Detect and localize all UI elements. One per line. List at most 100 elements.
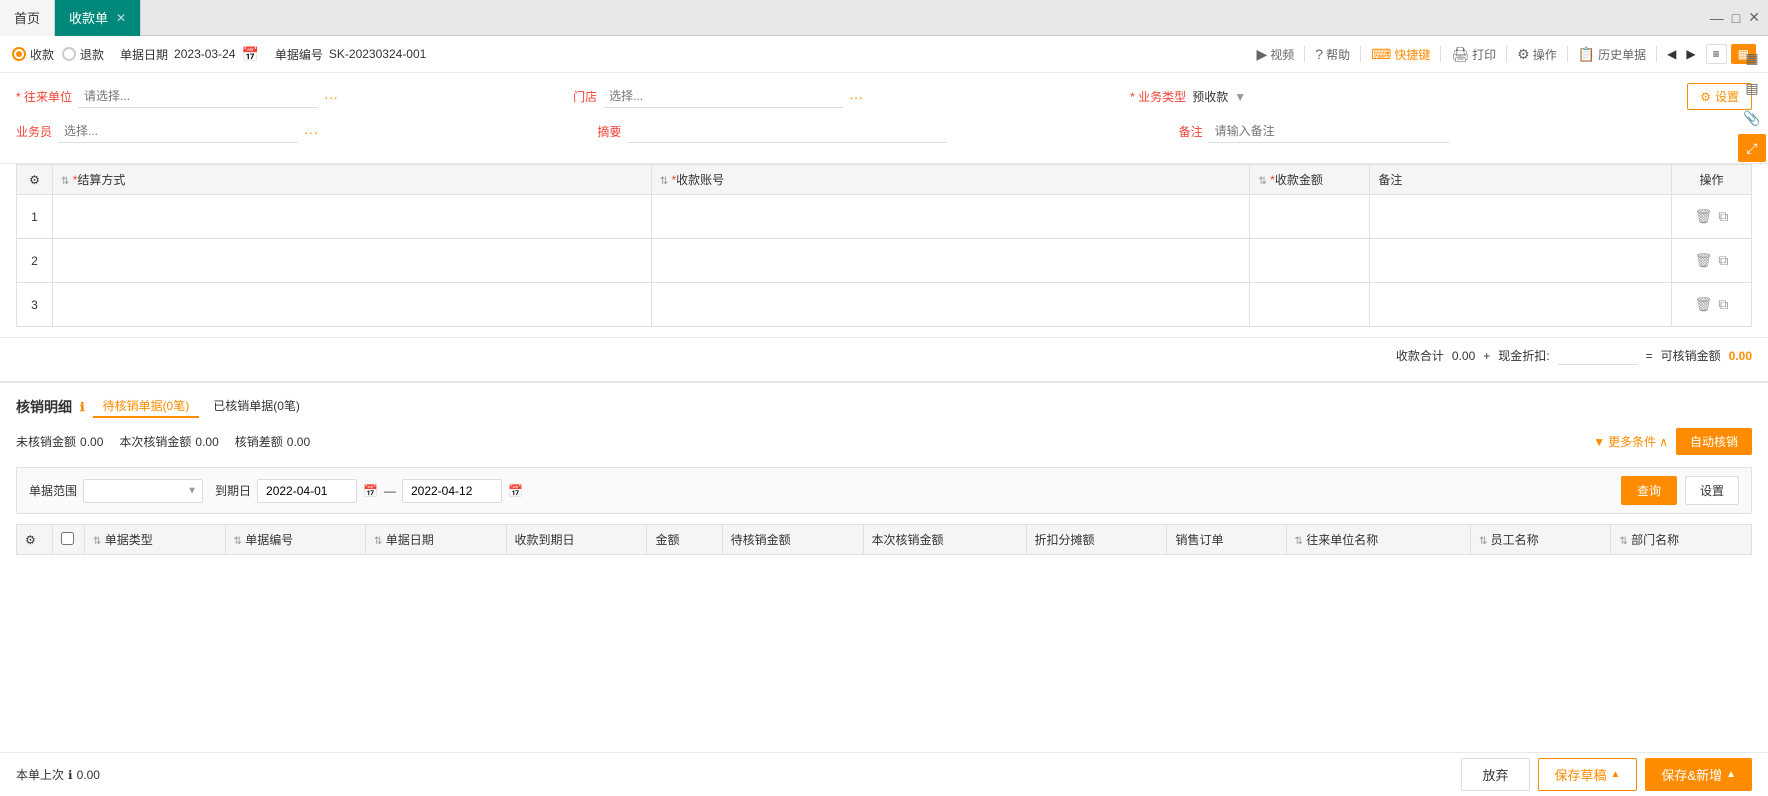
footer-actions: 放弃 保存草稿 ▲ 保存&新增 ▲ [1461,758,1752,791]
filter-actions: 查询 设置 [1621,476,1739,505]
remark-field: 备注 [1179,120,1752,143]
business-type-field: 业务类型 预收款 ▼ [1130,88,1679,105]
row-2-copy-icon[interactable]: ⧉ [1718,252,1728,269]
tab-pending[interactable]: 待核销单据(0笔) [93,395,200,418]
date-to-calendar-icon[interactable]: 📅 [508,484,523,498]
window-minimize[interactable]: — [1710,10,1724,26]
row-3-remark[interactable] [1370,283,1672,327]
salesperson-input[interactable] [58,120,298,143]
row-1-settlement[interactable] [53,195,652,239]
nav-prev-icon[interactable]: ◀ [1667,47,1676,61]
discard-button[interactable]: 放弃 [1461,758,1529,791]
date-from-input[interactable] [257,479,357,503]
more-conditions-arrow: ∧ [1659,435,1668,449]
footer-info-icon[interactable]: ℹ [68,768,73,782]
col-action: 操作 [1672,165,1752,195]
save-new-label: 保存&新增 [1661,765,1722,784]
row-3-num: 3 [17,283,53,327]
action-print[interactable]: 🖨 打印 [1451,46,1496,63]
store-input[interactable] [603,85,843,108]
row-3-account[interactable] [651,283,1250,327]
tab-receipt-label: 收款单 [69,8,108,27]
filter-settings-btn[interactable]: 设置 [1685,476,1739,505]
row-3-settlement[interactable] [53,283,652,327]
row-2-delete-icon[interactable]: 🗑 [1695,252,1713,269]
row-2-settlement[interactable] [53,239,652,283]
tab-home[interactable]: 首页 [0,0,55,36]
row-2-amount[interactable] [1250,239,1370,283]
action-video[interactable]: ▶ 视频 [1257,46,1295,63]
sidebar-attach-icon[interactable]: 📎 [1738,104,1766,132]
store-more-btn[interactable]: ··· [849,89,863,105]
footer-order-label: 本单上次 [16,766,64,783]
row-2-account[interactable] [651,239,1250,283]
summary-input[interactable] [627,120,947,143]
tab-done[interactable]: 已核销单据(0笔) [203,395,310,418]
action-help[interactable]: ? 帮助 [1315,46,1350,63]
writeoff-title-row: 核销明细 ℹ 待核销单据(0笔) 已核销单据(0笔) [16,395,1752,418]
window-close[interactable]: ✕ [1748,9,1760,26]
counterparty-input[interactable] [78,85,318,108]
business-type-arrow[interactable]: ▼ [1234,90,1246,104]
radio-receipt-label: 收款 [30,46,54,63]
date-from-calendar-icon[interactable]: 📅 [363,484,378,498]
select-all-checkbox[interactable] [61,532,74,545]
writeoff-info-icon[interactable]: ℹ [80,400,85,414]
action-shortcut[interactable]: ⌨ 快捷键 [1371,46,1430,63]
radio-receipt[interactable]: 收款 [12,46,54,63]
more-conditions-btn[interactable]: ▼ 更多条件 ∧ [1593,433,1668,450]
action-print-label: 打印 [1472,46,1496,63]
sidebar-card-icon[interactable]: ▤ [1738,74,1766,102]
window-maximize[interactable]: □ [1732,10,1740,26]
query-button[interactable]: 查询 [1621,476,1677,505]
row-3-amount[interactable] [1250,283,1370,327]
row-1-remark[interactable] [1370,195,1672,239]
save-new-button[interactable]: 保存&新增 ▲ [1645,758,1752,791]
discount-input[interactable] [1558,346,1638,365]
total-value: 0.00 [1452,349,1475,363]
tab-bar: 首页 收款单 ✕ — □ ✕ [0,0,1768,36]
tab-receipt-close[interactable]: ✕ [116,11,126,25]
writeoff-section: 核销明细 ℹ 待核销单据(0笔) 已核销单据(0笔) 未核销金额 0.00 本次… [0,381,1768,567]
sidebar-table-icon[interactable]: ▦ [1738,44,1766,72]
row-3-delete-icon[interactable]: 🗑 [1695,296,1713,313]
row-1-account[interactable] [651,195,1250,239]
doc-date-calendar-icon[interactable]: 📅 [241,46,258,63]
writeoff-title: 核销明细 [16,397,72,417]
tab-receipt[interactable]: 收款单 ✕ [55,0,141,36]
doc-no-value: SK-20230324-001 [329,47,426,61]
header-actions: ▶ 视频 ? 帮助 ⌨ 快捷键 🖨 打印 ⚙ 操作 [1257,44,1757,64]
row-1-amount[interactable] [1250,195,1370,239]
gear-icon[interactable]: ⚙ [29,173,40,187]
range-filter: 单据范围 [29,479,203,503]
summary-label: 摘要 [597,123,621,140]
row-2-remark[interactable] [1370,239,1672,283]
salesperson-more-btn[interactable]: ··· [304,124,318,140]
row-1-delete-icon[interactable]: 🗑 [1695,208,1713,225]
row-3-copy-icon[interactable]: ⧉ [1718,296,1728,313]
wcol-gear-icon[interactable]: ⚙ [25,533,36,547]
wcol-checkbox [53,525,85,555]
action-operation[interactable]: ⚙ 操作 [1517,46,1557,63]
view-list-btn[interactable]: ≡ [1706,44,1727,64]
action-video-label: 视频 [1270,46,1294,63]
nav-next-icon[interactable]: ▶ [1686,47,1695,61]
receipt-table: ⚙ ⇅ *结算方式 ⇅ *收款账号 ⇅ *收款金额 备注 [16,164,1752,327]
draft-button[interactable]: 保存草稿 ▲ [1538,758,1638,791]
radio-refund[interactable]: 退款 [62,46,104,63]
row-1-copy-icon[interactable]: ⧉ [1718,208,1728,225]
tab-bar-actions: — □ ✕ [1710,9,1768,26]
action-history[interactable]: 📋 历史单据 [1578,46,1646,63]
date-to-input[interactable] [402,479,502,503]
row-1-actions: 🗑 ⧉ [1672,195,1752,239]
form-section: 往来单位 ··· 门店 ··· 业务类型 预收款 ▼ ⚙ 设置 [0,73,1768,164]
counterparty-more-btn[interactable]: ··· [324,89,338,105]
discount-label: 现金折扣: [1498,347,1549,364]
right-sidebar: ▦ ▤ 📎 ⤢ [1736,36,1768,162]
range-select[interactable] [83,479,203,503]
remark-input[interactable] [1209,120,1449,143]
due-date-label: 到期日 [215,482,251,499]
unverified-label: 未核销金额 [16,433,76,450]
auto-writeoff-btn[interactable]: 自动核销 [1676,428,1752,455]
sidebar-expand-icon[interactable]: ⤢ [1738,134,1766,162]
